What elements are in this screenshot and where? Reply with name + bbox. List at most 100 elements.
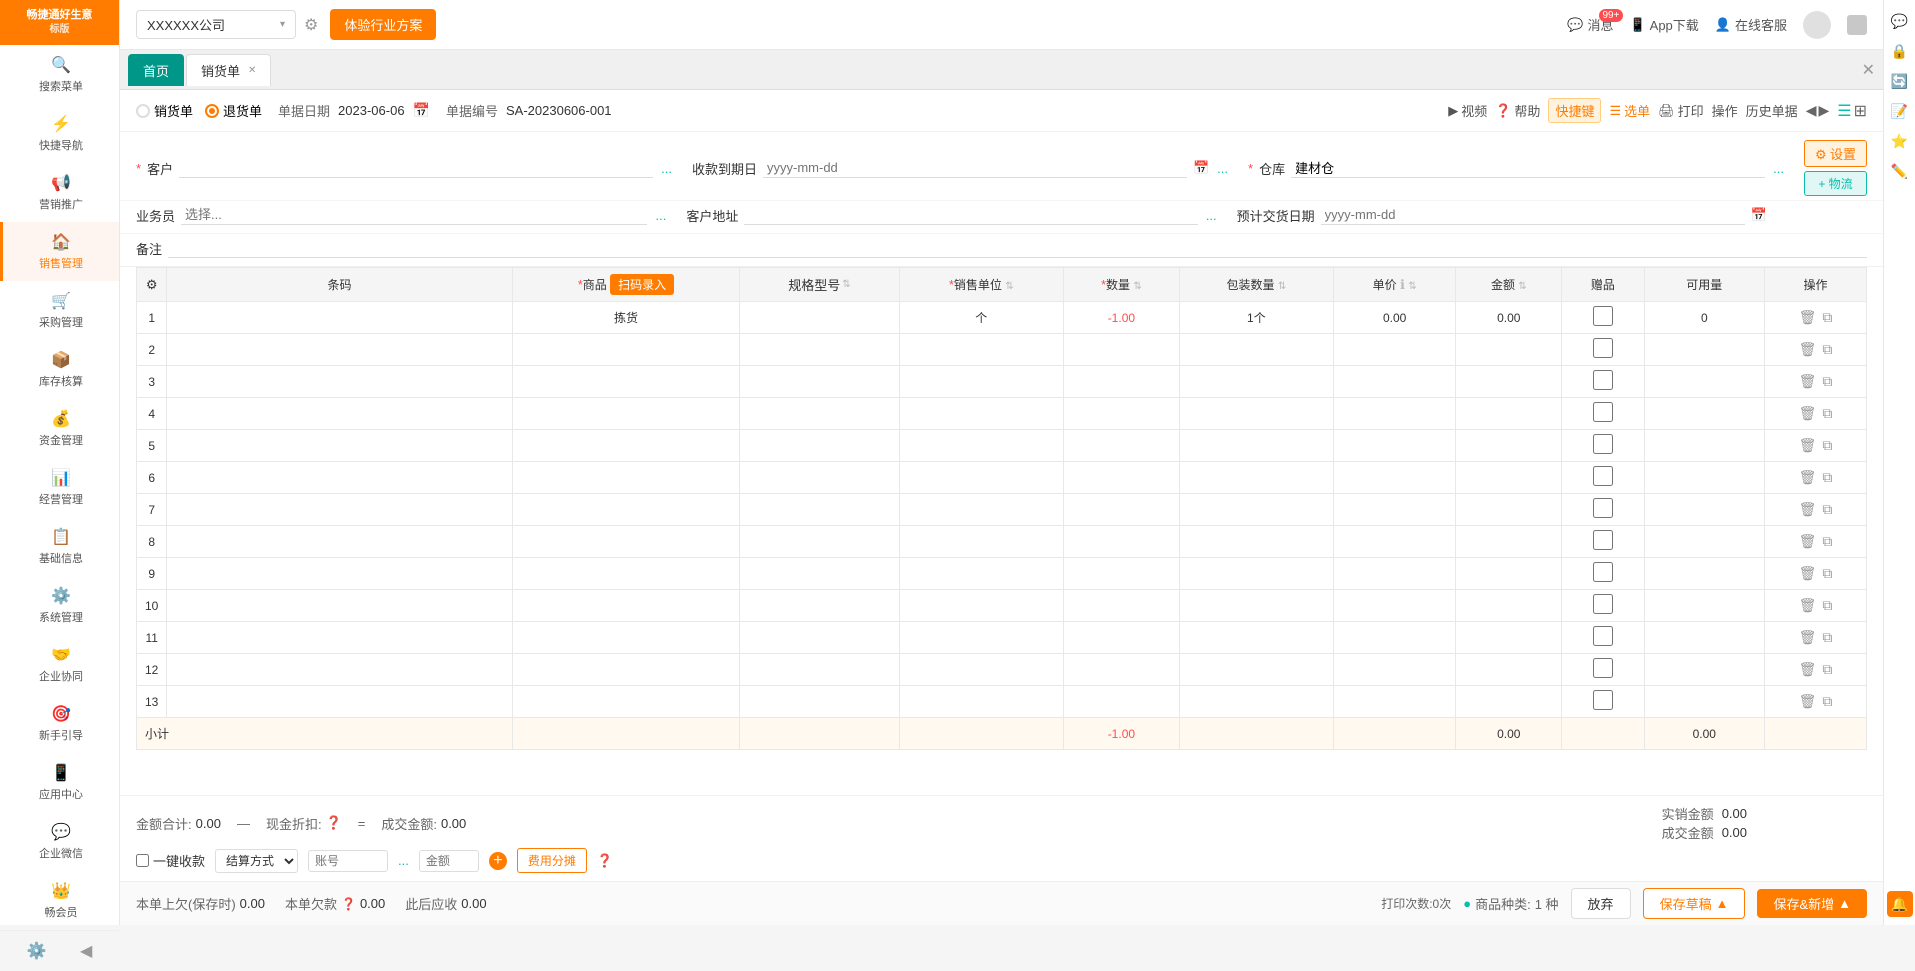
history-btn[interactable]: 历史单据	[1746, 101, 1798, 120]
help-btn[interactable]: ❓ 帮助	[1495, 101, 1540, 120]
delete-row-icon[interactable]: 🗑	[1799, 661, 1817, 678]
account-input[interactable]	[308, 850, 388, 872]
scan-button[interactable]: 扫码录入	[610, 274, 674, 295]
sidebar-item-system[interactable]: ⚙️ 系统管理	[0, 576, 119, 635]
copy-row-icon[interactable]: ⧉	[1822, 629, 1832, 646]
copy-row-icon[interactable]: ⧉	[1822, 661, 1832, 678]
address-dots[interactable]: ...	[1206, 208, 1217, 223]
copy-row-icon[interactable]: ⧉	[1822, 501, 1832, 518]
copy-row-icon[interactable]: ⧉	[1822, 341, 1832, 358]
avatar[interactable]	[1803, 11, 1831, 39]
calculation-method-select[interactable]: 结算方式	[215, 849, 298, 873]
rs-note-icon[interactable]: 📝	[1887, 98, 1913, 124]
tab-sales-order[interactable]: 销货单 ✕	[186, 54, 271, 86]
print-btn[interactable]: 🖨 打印	[1658, 101, 1704, 120]
copy-row-icon[interactable]: ⧉	[1822, 437, 1832, 454]
save-draft-button[interactable]: 保存草稿 ▲	[1643, 888, 1746, 919]
sidebar-item-inventory[interactable]: 📦 库存核算	[0, 340, 119, 399]
sidebar-item-search[interactable]: 🔍 搜索菜单	[0, 45, 119, 104]
settings-bottom-icon[interactable]: ⚙️	[27, 941, 47, 961]
app-download-button[interactable]: 📱 App下载	[1629, 15, 1698, 34]
sidebar-item-quick-nav[interactable]: ⚡ 快捷导航	[0, 104, 119, 163]
avatar-2[interactable]	[1847, 15, 1867, 35]
abandon-button[interactable]: 放弃	[1571, 888, 1631, 919]
salesperson-dots[interactable]: ...	[655, 208, 666, 223]
rs-edit-icon[interactable]: ✏️	[1887, 158, 1913, 184]
sidebar-item-finance[interactable]: 💰 资金管理	[0, 399, 119, 458]
sidebar-item-wechat[interactable]: 💬 企业微信	[0, 812, 119, 871]
sidebar-item-enterprise[interactable]: 🤝 企业协同	[0, 635, 119, 694]
due-date-calendar-icon[interactable]: 📅	[1193, 160, 1209, 176]
copy-row-icon[interactable]: ⧉	[1822, 533, 1832, 550]
sidebar-item-vip[interactable]: 👑 畅会员	[0, 871, 119, 930]
rs-star-icon[interactable]: ⭐	[1887, 128, 1913, 154]
due-date-dots[interactable]: ...	[1217, 161, 1228, 176]
sidebar-item-basic[interactable]: 📋 基础信息	[0, 517, 119, 576]
delivery-calendar-icon[interactable]: 📅	[1751, 207, 1767, 223]
video-btn[interactable]: ▶ 视频	[1448, 101, 1487, 120]
sidebar-item-sales[interactable]: 🏠 销售管理	[0, 222, 119, 281]
gear-icon[interactable]: ⚙	[304, 15, 318, 35]
notes-input[interactable]	[168, 238, 1867, 258]
delete-row-icon[interactable]: 🗑	[1799, 629, 1817, 646]
dots-btn[interactable]: ...	[398, 853, 409, 868]
sidebar-item-purchase[interactable]: 🛒 采购管理	[0, 281, 119, 340]
due-date-input[interactable]	[763, 158, 1187, 178]
rs-lock-icon[interactable]: 🔒	[1887, 38, 1913, 64]
rs-refresh-icon[interactable]: 🔄	[1887, 68, 1913, 94]
delete-row-icon[interactable]: 🗑	[1799, 533, 1817, 550]
question-total-due[interactable]: ❓	[341, 897, 356, 911]
copy-row-icon[interactable]: ⧉	[1822, 469, 1832, 486]
copy-row-icon[interactable]: ⧉	[1822, 405, 1832, 422]
payment-checkbox[interactable]	[136, 854, 149, 867]
amount-payment-input[interactable]	[419, 850, 479, 872]
experience-button[interactable]: 体验行业方案	[330, 9, 436, 40]
customer-input[interactable]	[179, 158, 653, 178]
salesperson-input[interactable]	[181, 205, 647, 225]
question-icon[interactable]: ❓	[326, 815, 342, 831]
operations-btn[interactable]: 操作	[1712, 101, 1738, 120]
copy-row-icon[interactable]: ⧉	[1822, 565, 1832, 582]
delete-row-icon[interactable]: 🗑	[1799, 501, 1817, 518]
customer-address-input[interactable]	[744, 205, 1197, 225]
shortcut-btn[interactable]: 快捷键	[1548, 98, 1601, 123]
close-all-tabs[interactable]: ✕	[1862, 60, 1875, 80]
message-button[interactable]: 💬 消息 99+	[1567, 15, 1613, 34]
expense-button[interactable]: 费用分摊	[517, 848, 587, 873]
delete-row-icon[interactable]: 🗑	[1799, 437, 1817, 454]
col-settings[interactable]: ⚙	[137, 268, 167, 302]
tab-close-icon[interactable]: ✕	[248, 65, 256, 76]
sidebar-item-apps[interactable]: 📱 应用中心	[0, 753, 119, 812]
rs-alert-icon[interactable]: 🔔	[1887, 891, 1913, 917]
company-selector[interactable]: XXXXXX公司 ▾	[136, 10, 296, 39]
copy-row-icon[interactable]: ⧉	[1822, 373, 1832, 390]
copy-row-icon[interactable]: ⧉	[1822, 597, 1832, 614]
warehouse-input[interactable]	[1291, 158, 1765, 178]
settings-col-icon[interactable]: ⚙	[146, 277, 158, 292]
delete-row-icon[interactable]: 🗑	[1799, 405, 1817, 422]
logistics-button[interactable]: + 物流	[1804, 171, 1867, 196]
online-service-button[interactable]: 👤 在线客服	[1715, 15, 1787, 34]
expense-help-icon[interactable]: ❓	[597, 853, 613, 869]
settings-button[interactable]: ⚙ 设置	[1804, 140, 1867, 167]
prev-arrow[interactable]: ◀	[1806, 102, 1817, 119]
save-new-button[interactable]: 保存&新增 ▲	[1757, 889, 1867, 918]
delivery-date-input[interactable]	[1321, 205, 1745, 225]
sidebar-item-guide[interactable]: 🎯 新手引导	[0, 694, 119, 753]
delete-row-icon[interactable]: 🗑	[1799, 597, 1817, 614]
delete-row-icon[interactable]: 🗑	[1799, 309, 1817, 326]
one-click-payment[interactable]: 一键收款	[136, 851, 205, 870]
copy-row-icon[interactable]: ⧉	[1822, 693, 1832, 710]
sidebar-item-operations[interactable]: 📊 经营管理	[0, 458, 119, 517]
delete-row-icon[interactable]: 🗑	[1799, 565, 1817, 582]
delete-row-icon[interactable]: 🗑	[1799, 341, 1817, 358]
list-view-icon[interactable]: ☰	[1837, 101, 1851, 121]
filter-btn[interactable]: ☰ 选单	[1609, 101, 1650, 120]
delete-row-icon[interactable]: 🗑	[1799, 693, 1817, 710]
calendar-icon[interactable]: 📅	[413, 102, 430, 119]
next-arrow[interactable]: ▶	[1818, 102, 1829, 119]
grid-view-icon[interactable]: ⊞	[1854, 101, 1867, 121]
copy-row-icon[interactable]: ⧉	[1822, 309, 1832, 326]
price-info-icon[interactable]: ℹ	[1400, 277, 1405, 292]
tab-home[interactable]: 首页	[128, 54, 184, 86]
